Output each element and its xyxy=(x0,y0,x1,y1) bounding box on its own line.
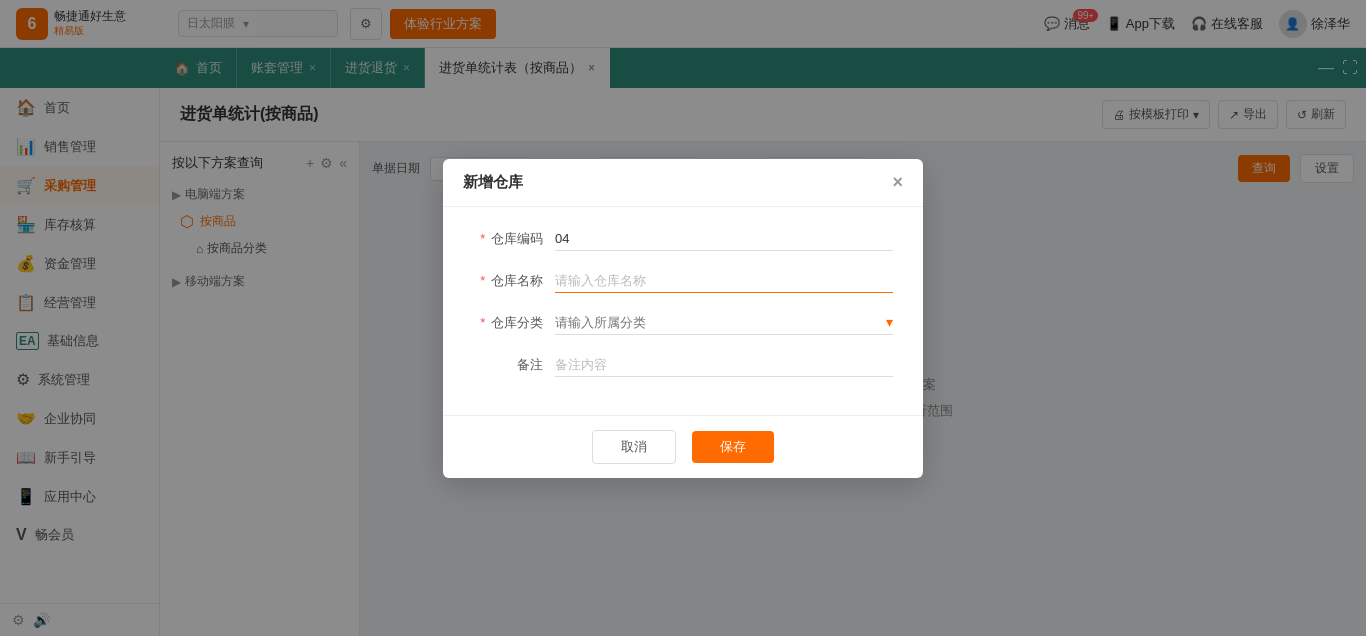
name-required-mark: * xyxy=(480,273,485,288)
form-row-name: * 仓库名称 xyxy=(473,269,893,293)
code-label: * 仓库编码 xyxy=(473,230,543,248)
modal-overlay[interactable]: 新增仓库 × * 仓库编码 * 仓库名称 * xyxy=(0,0,1366,636)
category-label: * 仓库分类 xyxy=(473,314,543,332)
modal-body: * 仓库编码 * 仓库名称 * 仓库分类 ▾ xyxy=(443,207,923,415)
form-row-code: * 仓库编码 xyxy=(473,227,893,251)
modal-title: 新增仓库 xyxy=(463,173,523,192)
category-select-wrap: ▾ xyxy=(555,311,893,335)
save-button[interactable]: 保存 xyxy=(692,431,774,463)
modal-close-button[interactable]: × xyxy=(892,173,903,191)
cancel-button[interactable]: 取消 xyxy=(592,430,676,464)
modal-new-warehouse: 新增仓库 × * 仓库编码 * 仓库名称 * xyxy=(443,159,923,478)
name-label: * 仓库名称 xyxy=(473,272,543,290)
category-required-mark: * xyxy=(480,315,485,330)
code-input[interactable] xyxy=(555,227,893,251)
code-required-mark: * xyxy=(480,231,485,246)
form-row-note: 备注 xyxy=(473,353,893,377)
note-label: 备注 xyxy=(473,356,543,374)
form-row-category: * 仓库分类 ▾ xyxy=(473,311,893,335)
name-input[interactable] xyxy=(555,269,893,293)
note-input[interactable] xyxy=(555,353,893,377)
modal-header: 新增仓库 × xyxy=(443,159,923,207)
modal-footer: 取消 保存 xyxy=(443,415,923,478)
category-dropdown-arrow[interactable]: ▾ xyxy=(886,314,893,330)
category-input[interactable] xyxy=(555,311,886,334)
